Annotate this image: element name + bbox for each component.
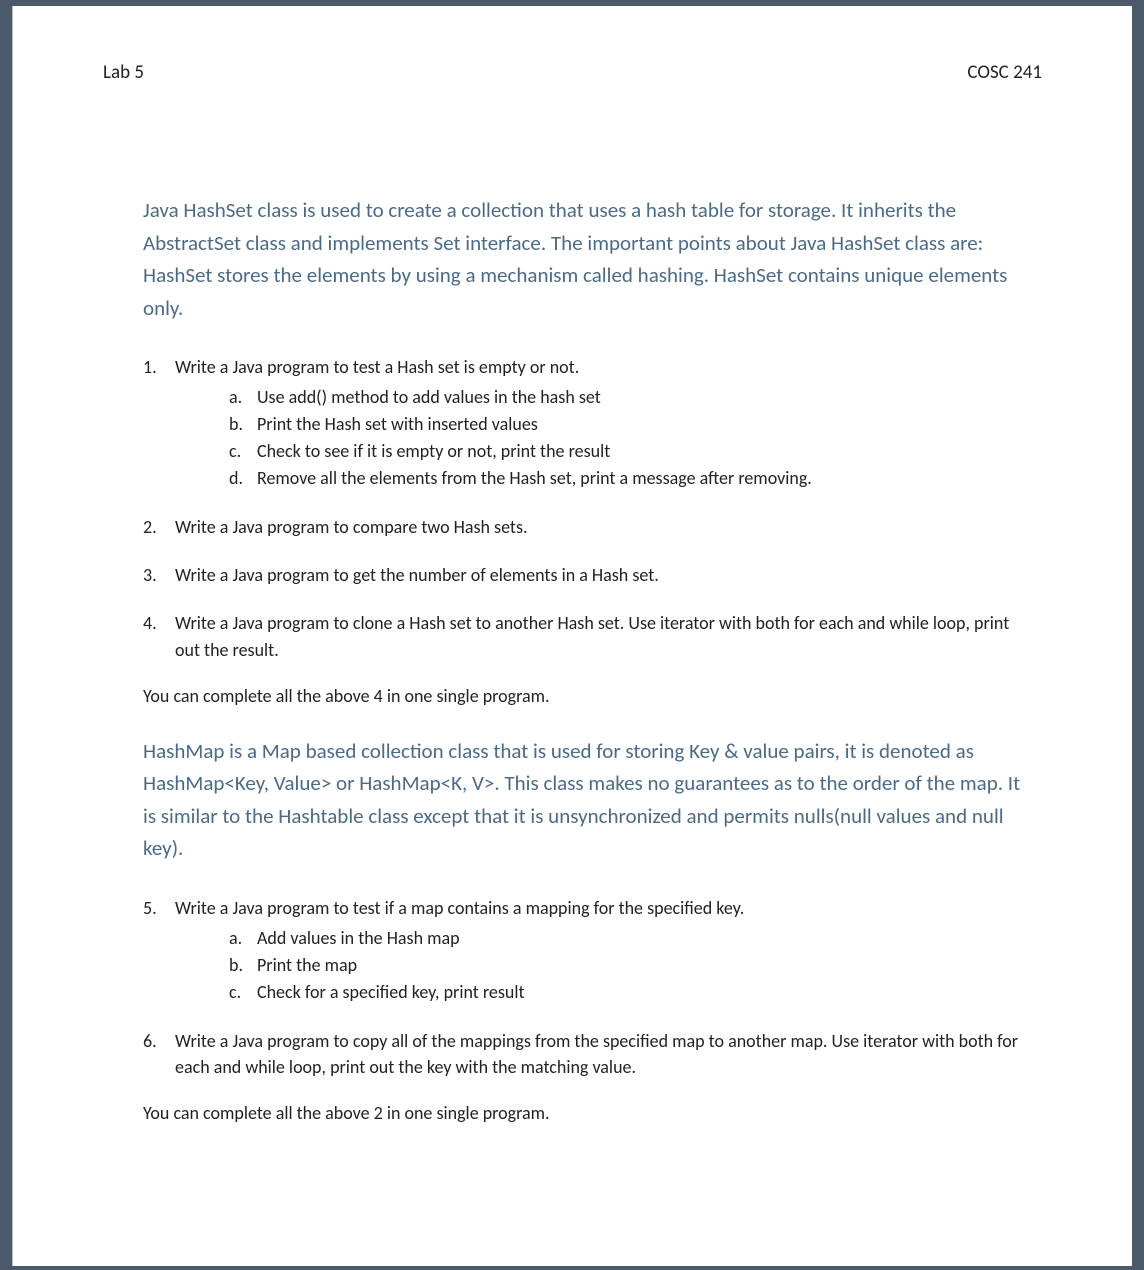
sub-item-c: c. Check for a specified key, print resu… xyxy=(229,979,1032,1006)
question-1: 1. Write a Java program to test a Hash s… xyxy=(143,354,1032,492)
intro-paragraph-hashmap: HashMap is a Map based collection class … xyxy=(103,735,1042,865)
sub-letter: a. xyxy=(229,925,257,952)
question-number: 5. xyxy=(143,895,175,1006)
header-left: Lab 5 xyxy=(103,61,144,84)
sub-text: Print the Hash set with inserted values xyxy=(257,411,538,438)
page-background: Lab 5 COSC 241 Java HashSet class is use… xyxy=(0,0,1144,1270)
question-text: Write a Java program to copy all of the … xyxy=(175,1030,1018,1078)
question-3: 3. Write a Java program to get the numbe… xyxy=(143,562,1032,588)
sub-letter: c. xyxy=(229,438,257,465)
question-list: 1. Write a Java program to test a Hash s… xyxy=(103,354,1042,662)
sub-item-b: b. Print the map xyxy=(229,952,1032,979)
sub-text: Check to see if it is empty or not, prin… xyxy=(257,438,610,465)
question-text: Write a Java program to get the number o… xyxy=(175,564,659,586)
sub-text: Use add() method to add values in the ha… xyxy=(257,384,601,411)
question-5: 5. Write a Java program to test if a map… xyxy=(143,895,1032,1006)
sub-item-a: a. Use add() method to add values in the… xyxy=(229,384,1032,411)
document-page: Lab 5 COSC 241 Java HashSet class is use… xyxy=(12,6,1132,1266)
question-2: 2. Write a Java program to compare two H… xyxy=(143,514,1032,540)
question-4: 4. Write a Java program to clone a Hash … xyxy=(143,610,1032,662)
document-header: Lab 5 COSC 241 xyxy=(103,61,1042,84)
question-text: Write a Java program to test if a map co… xyxy=(175,897,744,919)
sub-item-d: d. Remove all the elements from the Hash… xyxy=(229,465,1032,492)
sub-item-b: b. Print the Hash set with inserted valu… xyxy=(229,411,1032,438)
question-text: Write a Java program to clone a Hash set… xyxy=(175,612,1009,660)
note-2: You can complete all the above 2 in one … xyxy=(103,1102,1042,1124)
sub-letter: a. xyxy=(229,384,257,411)
sub-letter: b. xyxy=(229,952,257,979)
sub-list-q5: a. Add values in the Hash map b. Print t… xyxy=(175,925,1032,1006)
sub-text: Print the map xyxy=(257,952,357,979)
sub-item-c: c. Check to see if it is empty or not, p… xyxy=(229,438,1032,465)
sub-item-a: a. Add values in the Hash map xyxy=(229,925,1032,952)
question-list-2: 5. Write a Java program to test if a map… xyxy=(103,895,1042,1080)
intro-paragraph-hashset: Java HashSet class is used to create a c… xyxy=(103,194,1042,324)
question-number: 6. xyxy=(143,1028,175,1080)
sub-letter: b. xyxy=(229,411,257,438)
sub-text: Add values in the Hash map xyxy=(257,925,460,952)
question-number: 3. xyxy=(143,562,175,588)
sub-text: Remove all the elements from the Hash se… xyxy=(257,465,812,492)
question-text: Write a Java program to test a Hash set … xyxy=(175,356,579,378)
question-6: 6. Write a Java program to copy all of t… xyxy=(143,1028,1032,1080)
sub-letter: c. xyxy=(229,979,257,1006)
question-text: Write a Java program to compare two Hash… xyxy=(175,516,528,538)
header-right: COSC 241 xyxy=(967,61,1042,84)
sub-list-q1: a. Use add() method to add values in the… xyxy=(175,384,1032,492)
question-number: 2. xyxy=(143,514,175,540)
note-1: You can complete all the above 4 in one … xyxy=(103,685,1042,707)
question-number: 4. xyxy=(143,610,175,662)
sub-letter: d. xyxy=(229,465,257,492)
question-number: 1. xyxy=(143,354,175,492)
sub-text: Check for a specified key, print result xyxy=(257,979,525,1006)
